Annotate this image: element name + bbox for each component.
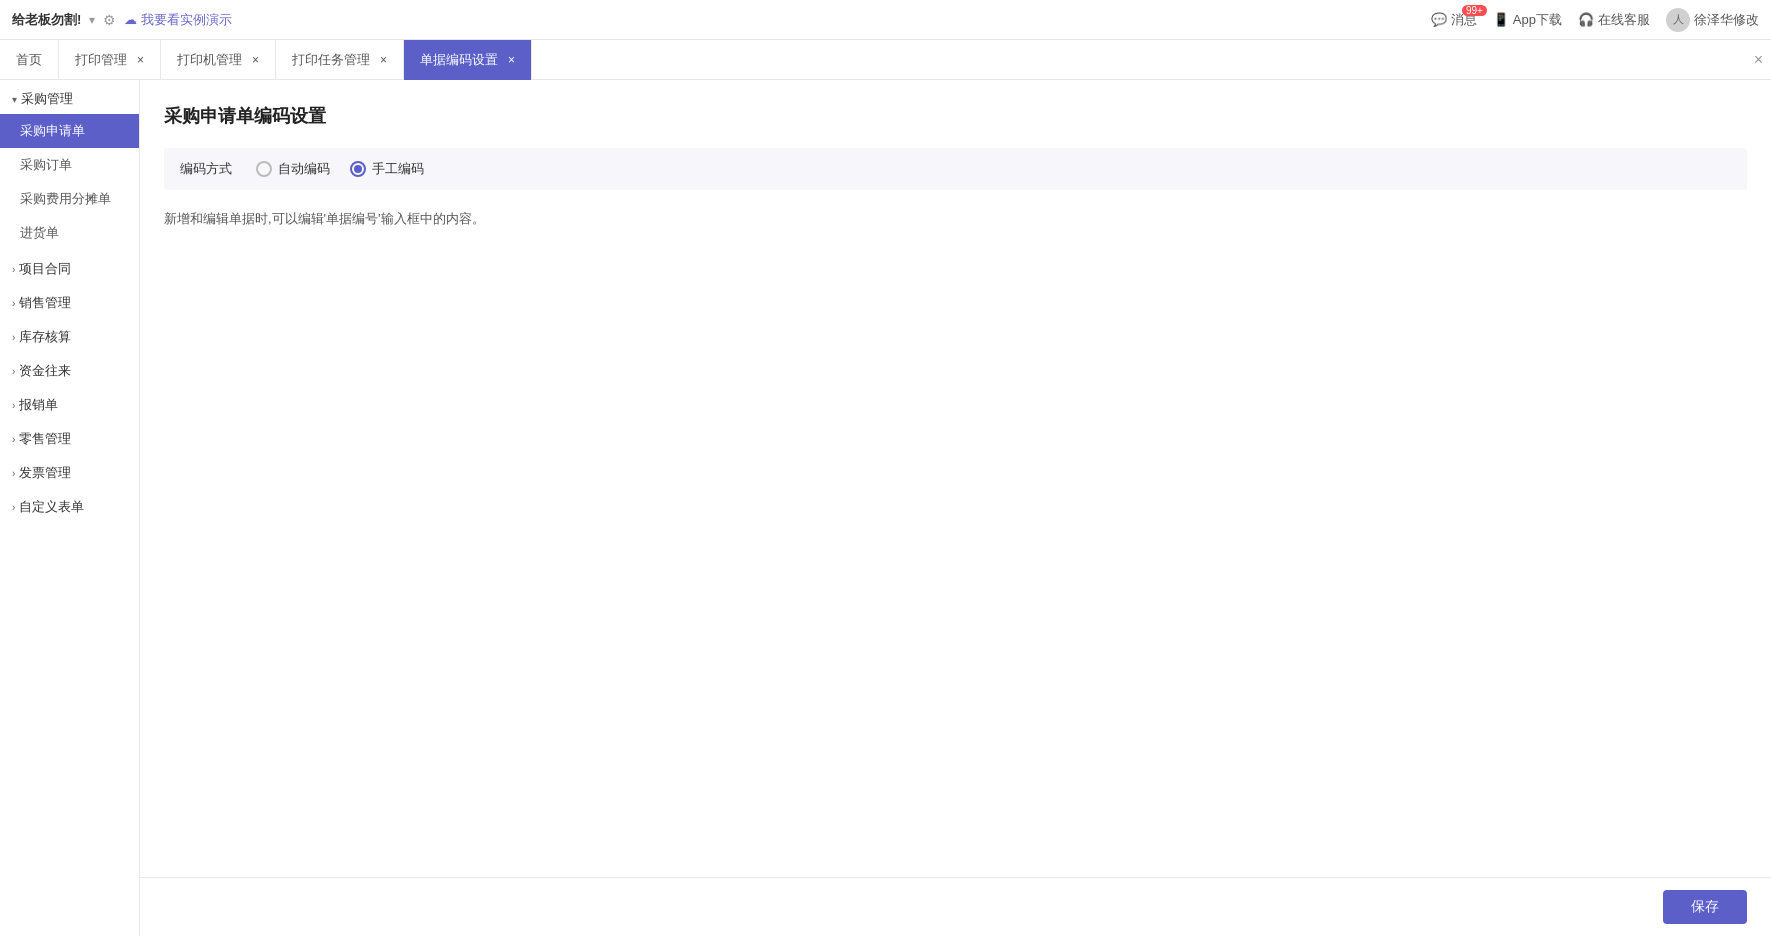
sidebar-item-purchase-expense[interactable]: 采购费用分摊单 — [0, 182, 139, 216]
sidebar-group-project-contract: › 项目合同 — [0, 250, 139, 284]
message-badge: 99+ — [1462, 5, 1487, 16]
tab-print-mgmt[interactable]: 打印管理 × — [59, 40, 161, 80]
sidebar-group-project-contract-title[interactable]: › 项目合同 — [0, 250, 139, 284]
tab-home[interactable]: 首页 — [0, 40, 59, 80]
sidebar-group-invoice-label: 发票管理 — [19, 464, 71, 482]
info-text: 新增和编辑单据时,可以编辑'单据编号'输入框中的内容。 — [164, 210, 1747, 228]
sidebar-item-purchase-request[interactable]: 采购申请单 — [0, 114, 139, 148]
radio-auto-code[interactable]: 自动编码 — [256, 160, 330, 178]
sidebar-group-purchase-label: 采购管理 — [21, 90, 73, 108]
app-icon: 📱 — [1493, 12, 1509, 27]
tab-print-task-mgmt[interactable]: 打印任务管理 × — [276, 40, 404, 80]
app-download-button[interactable]: 📱 App下载 — [1493, 11, 1562, 29]
cloud-icon: ☁ — [124, 12, 137, 27]
collapse-arrow-project: › — [12, 264, 15, 275]
tab-print-mgmt-label: 打印管理 — [75, 51, 127, 69]
tab-list-close-icon[interactable]: × — [1754, 51, 1763, 69]
online-support-button[interactable]: 🎧 在线客服 — [1578, 11, 1650, 29]
sidebar: ▾ 采购管理 采购申请单 采购订单 采购费用分摊单 进货单 › 项目合同 — [0, 80, 140, 936]
sidebar-item-purchase-order-label: 采购订单 — [20, 157, 72, 172]
sidebar-group-purchase-title[interactable]: ▾ 采购管理 — [0, 80, 139, 114]
collapse-arrow-retail: › — [12, 434, 15, 445]
radio-manual-code-circle — [350, 161, 366, 177]
sidebar-item-purchase-request-label: 采购申请单 — [20, 123, 85, 138]
page-title: 采购申请单编码设置 — [164, 104, 1747, 128]
tab-print-task-mgmt-label: 打印任务管理 — [292, 51, 370, 69]
cloud-hint-label: 我要看实例演示 — [141, 11, 232, 29]
sidebar-group-project-label: 项目合同 — [19, 260, 71, 278]
sidebar-group-custom-title[interactable]: › 自定义表单 — [0, 488, 139, 522]
top-bar: 给老板勿割! ▾ ⚙ ☁ 我要看实例演示 💬 消息 99+ 📱 App下载 🎧 … — [0, 0, 1771, 40]
tab-code-settings[interactable]: 单据编码设置 × — [404, 40, 532, 80]
sidebar-item-purchase-expense-label: 采购费用分摊单 — [20, 191, 111, 206]
collapse-arrow-purchase: ▾ — [12, 94, 17, 105]
radio-manual-code-label: 手工编码 — [372, 160, 424, 178]
sidebar-group-funds-title[interactable]: › 资金往来 — [0, 352, 139, 386]
sidebar-group-funds: › 资金往来 — [0, 352, 139, 386]
radio-group-coding-mode: 自动编码 手工编码 — [256, 160, 424, 178]
collapse-arrow-inventory: › — [12, 332, 15, 343]
cloud-hint[interactable]: ☁ 我要看实例演示 — [124, 11, 232, 29]
tab-printer-mgmt-close[interactable]: × — [252, 53, 259, 67]
sidebar-item-stock-in-label: 进货单 — [20, 225, 59, 240]
top-bar-right: 💬 消息 99+ 📱 App下载 🎧 在线客服 人 徐泽华修改 — [1431, 8, 1759, 32]
brand-label: 给老板勿割! — [12, 11, 81, 29]
message-icon: 💬 — [1431, 12, 1447, 27]
sidebar-group-invoice-title[interactable]: › 发票管理 — [0, 454, 139, 488]
footer: 保存 — [140, 877, 1771, 936]
tab-bar-spacer: × — [532, 51, 1771, 69]
sidebar-group-returns-title[interactable]: › 报销单 — [0, 386, 139, 420]
online-support-label: 在线客服 — [1598, 11, 1650, 29]
sidebar-group-returns: › 报销单 — [0, 386, 139, 420]
coding-label: 编码方式 — [180, 160, 232, 178]
tab-code-settings-label: 单据编码设置 — [420, 51, 498, 69]
sidebar-group-inventory: › 库存核算 — [0, 318, 139, 352]
collapse-arrow-returns: › — [12, 400, 15, 411]
tab-code-settings-close[interactable]: × — [508, 53, 515, 67]
sidebar-item-purchase-order[interactable]: 采购订单 — [0, 148, 139, 182]
headset-icon: 🎧 — [1578, 12, 1594, 27]
gear-icon[interactable]: ⚙ — [103, 12, 116, 28]
main-content: 采购申请单编码设置 编码方式 自动编码 手工编码 新增和编辑单据时,可以编辑'单… — [140, 80, 1771, 936]
radio-auto-code-circle — [256, 161, 272, 177]
sidebar-group-sales: › 销售管理 — [0, 284, 139, 318]
sidebar-group-retail-title[interactable]: › 零售管理 — [0, 420, 139, 454]
collapse-arrow-sales: › — [12, 298, 15, 309]
tab-printer-mgmt-label: 打印机管理 — [177, 51, 242, 69]
tab-print-task-mgmt-close[interactable]: × — [380, 53, 387, 67]
user-menu[interactable]: 人 徐泽华修改 — [1666, 8, 1759, 32]
save-button[interactable]: 保存 — [1663, 890, 1747, 924]
user-name: 徐泽华修改 — [1694, 11, 1759, 29]
layout: ▾ 采购管理 采购申请单 采购订单 采购费用分摊单 进货单 › 项目合同 — [0, 80, 1771, 936]
sidebar-group-funds-label: 资金往来 — [19, 362, 71, 380]
tab-bar: 首页 打印管理 × 打印机管理 × 打印任务管理 × 单据编码设置 × × — [0, 40, 1771, 80]
sidebar-group-retail-label: 零售管理 — [19, 430, 71, 448]
coding-row: 编码方式 自动编码 手工编码 — [164, 148, 1747, 190]
app-download-label: App下载 — [1513, 11, 1562, 29]
content-area: 采购申请单编码设置 编码方式 自动编码 手工编码 新增和编辑单据时,可以编辑'单… — [140, 80, 1771, 877]
avatar: 人 — [1666, 8, 1690, 32]
chevron-icon[interactable]: ▾ — [89, 13, 95, 27]
sidebar-group-inventory-label: 库存核算 — [19, 328, 71, 346]
sidebar-item-stock-in[interactable]: 进货单 — [0, 216, 139, 250]
tab-print-mgmt-close[interactable]: × — [137, 53, 144, 67]
tab-printer-mgmt[interactable]: 打印机管理 × — [161, 40, 276, 80]
tab-home-label: 首页 — [16, 51, 42, 69]
sidebar-group-custom-label: 自定义表单 — [19, 498, 84, 516]
collapse-arrow-invoice: › — [12, 468, 15, 479]
collapse-arrow-funds: › — [12, 366, 15, 377]
radio-manual-code[interactable]: 手工编码 — [350, 160, 424, 178]
sidebar-group-custom: › 自定义表单 — [0, 488, 139, 522]
collapse-arrow-custom: › — [12, 502, 15, 513]
sidebar-group-purchase: ▾ 采购管理 采购申请单 采购订单 采购费用分摊单 进货单 — [0, 80, 139, 250]
message-button[interactable]: 💬 消息 99+ — [1431, 11, 1477, 29]
sidebar-group-returns-label: 报销单 — [19, 396, 58, 414]
sidebar-group-invoice: › 发票管理 — [0, 454, 139, 488]
sidebar-group-sales-label: 销售管理 — [19, 294, 71, 312]
radio-auto-code-label: 自动编码 — [278, 160, 330, 178]
sidebar-group-inventory-title[interactable]: › 库存核算 — [0, 318, 139, 352]
sidebar-group-retail: › 零售管理 — [0, 420, 139, 454]
sidebar-group-sales-title[interactable]: › 销售管理 — [0, 284, 139, 318]
top-bar-left: 给老板勿割! ▾ ⚙ ☁ 我要看实例演示 — [12, 11, 232, 29]
